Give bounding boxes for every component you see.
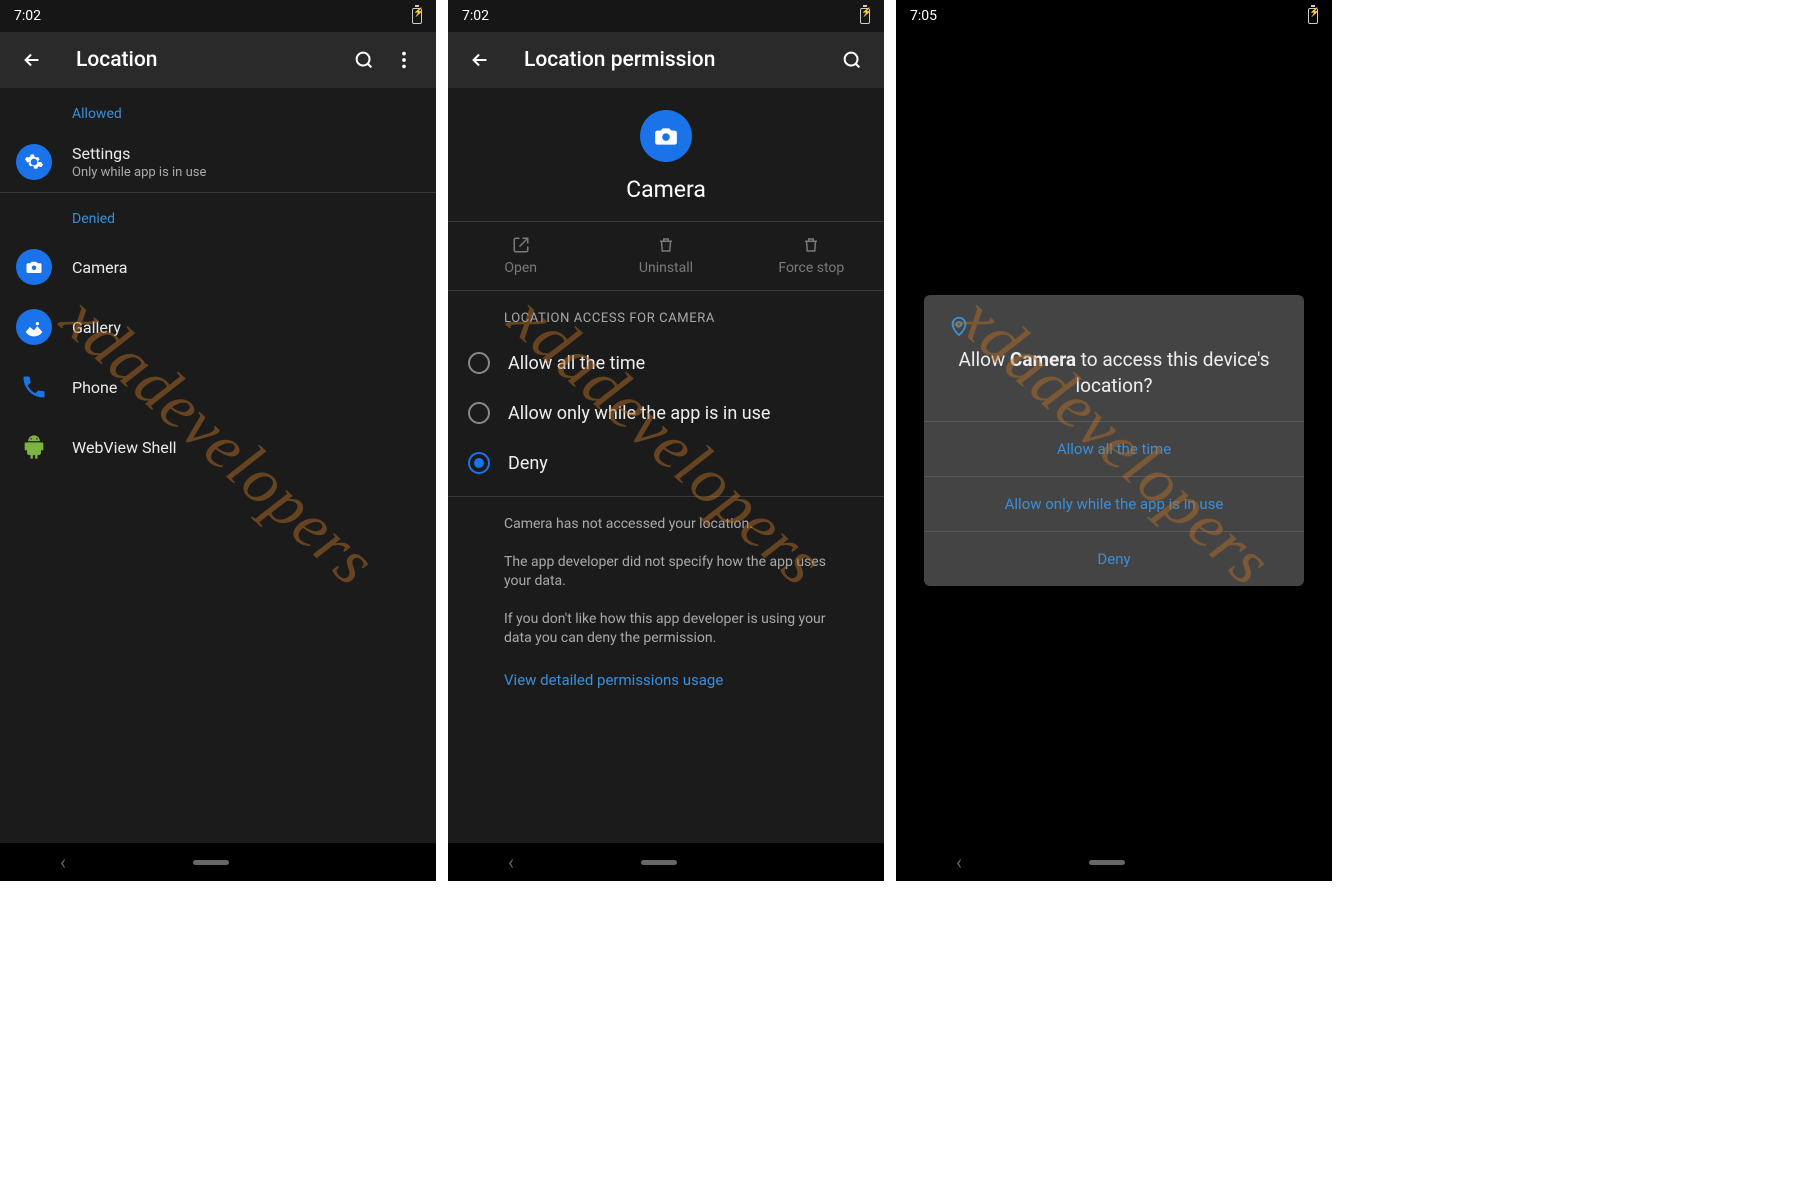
arrow-left-icon: [469, 49, 491, 71]
action-label: Open: [504, 260, 537, 276]
image-icon: [16, 309, 52, 345]
info-text: If you don't like how this app developer…: [448, 592, 884, 649]
radio-icon: [468, 402, 490, 424]
app-name: Camera: [72, 258, 127, 277]
app-row-camera[interactable]: Camera: [0, 237, 436, 297]
battery-icon: [860, 8, 870, 24]
back-button[interactable]: [12, 40, 52, 80]
back-button[interactable]: [460, 40, 500, 80]
location-pin-icon: [948, 315, 1280, 337]
more-vert-icon: [393, 49, 415, 71]
nav-back-icon[interactable]: ‹: [956, 850, 962, 874]
nav-home-icon[interactable]: [193, 860, 229, 865]
screen-location-list: 7:02 Location Allowed Settings Only whil…: [0, 0, 436, 881]
camera-icon: [640, 110, 692, 162]
battery-icon: [412, 8, 422, 24]
clock: 7:02: [462, 8, 489, 24]
arrow-left-icon: [21, 49, 43, 71]
app-row-gallery[interactable]: Gallery: [0, 297, 436, 357]
uninstall-button[interactable]: Uninstall: [593, 222, 738, 290]
section-allowed: Allowed: [0, 88, 436, 132]
radio-label: Allow all the time: [508, 353, 645, 374]
open-icon: [512, 236, 530, 254]
app-row-settings[interactable]: Settings Only while app is in use: [0, 132, 436, 192]
open-button[interactable]: Open: [448, 222, 593, 290]
camera-icon: [16, 249, 52, 285]
radio-icon: [468, 452, 490, 474]
nav-home-icon[interactable]: [1089, 860, 1125, 865]
search-icon: [841, 49, 863, 71]
trash-icon: [657, 236, 675, 254]
nav-back-icon[interactable]: ‹: [60, 850, 66, 874]
app-name: WebView Shell: [72, 438, 177, 457]
dialog-allow-all[interactable]: Allow all the time: [924, 421, 1304, 476]
action-row: Open Uninstall Force stop: [448, 221, 884, 291]
app-name: Camera: [626, 176, 706, 203]
statusbar: 7:02: [0, 0, 436, 32]
page-title: Location permission: [524, 48, 832, 72]
radio-icon: [468, 352, 490, 374]
action-label: Uninstall: [639, 260, 693, 276]
app-row-webview[interactable]: WebView Shell: [0, 417, 436, 477]
trash-icon: [802, 236, 820, 254]
android-icon: [16, 429, 52, 465]
radio-label: Allow only while the app is in use: [508, 403, 770, 424]
statusbar: 7:02: [448, 0, 884, 32]
screen-permission-dialog: 7:05 Allow Camera to access this device'…: [896, 0, 1332, 881]
nav-back-icon[interactable]: ‹: [508, 850, 514, 874]
search-button[interactable]: [344, 40, 384, 80]
page-title: Location: [76, 48, 344, 72]
app-row-phone[interactable]: Phone: [0, 357, 436, 417]
section-denied: Denied: [0, 193, 436, 237]
dialog-overlay: Allow Camera to access this device's loc…: [896, 0, 1332, 881]
screen-location-permission: 7:02 Location permission Camera Open Uni…: [448, 0, 884, 881]
navbar: ‹: [0, 843, 436, 881]
force-stop-button[interactable]: Force stop: [739, 222, 884, 290]
app-name: Gallery: [72, 318, 121, 337]
search-icon: [353, 49, 375, 71]
navbar: ‹: [448, 843, 884, 881]
phone-icon: [16, 369, 52, 405]
group-title: LOCATION ACCESS FOR CAMERA: [448, 291, 884, 338]
search-button[interactable]: [832, 40, 872, 80]
dialog-allow-in-use[interactable]: Allow only while the app is in use: [924, 476, 1304, 531]
radio-deny[interactable]: Deny: [448, 438, 884, 488]
app-sub: Only while app is in use: [72, 165, 206, 180]
action-label: Force stop: [778, 260, 844, 276]
clock: 7:02: [14, 8, 41, 24]
nav-home-icon[interactable]: [641, 860, 677, 865]
overflow-button[interactable]: [384, 40, 424, 80]
info-text: Camera has not accessed your location.: [448, 497, 884, 535]
navbar: ‹: [896, 843, 1332, 881]
app-header: Camera: [448, 88, 884, 221]
dialog-message: Allow Camera to access this device's loc…: [948, 347, 1280, 398]
view-usage-link[interactable]: View detailed permissions usage: [448, 649, 884, 689]
dialog-deny[interactable]: Deny: [924, 531, 1304, 586]
app-name: Settings: [72, 144, 206, 163]
permission-dialog: Allow Camera to access this device's loc…: [924, 295, 1304, 585]
radio-allow-in-use[interactable]: Allow only while the app is in use: [448, 388, 884, 438]
app-name: Phone: [72, 378, 117, 397]
radio-allow-all[interactable]: Allow all the time: [448, 338, 884, 388]
appbar: Location: [0, 32, 436, 88]
info-text: The app developer did not specify how th…: [448, 535, 884, 592]
appbar: Location permission: [448, 32, 884, 88]
gear-icon: [16, 144, 52, 180]
dialog-header: Allow Camera to access this device's loc…: [924, 295, 1304, 420]
radio-label: Deny: [508, 453, 548, 474]
